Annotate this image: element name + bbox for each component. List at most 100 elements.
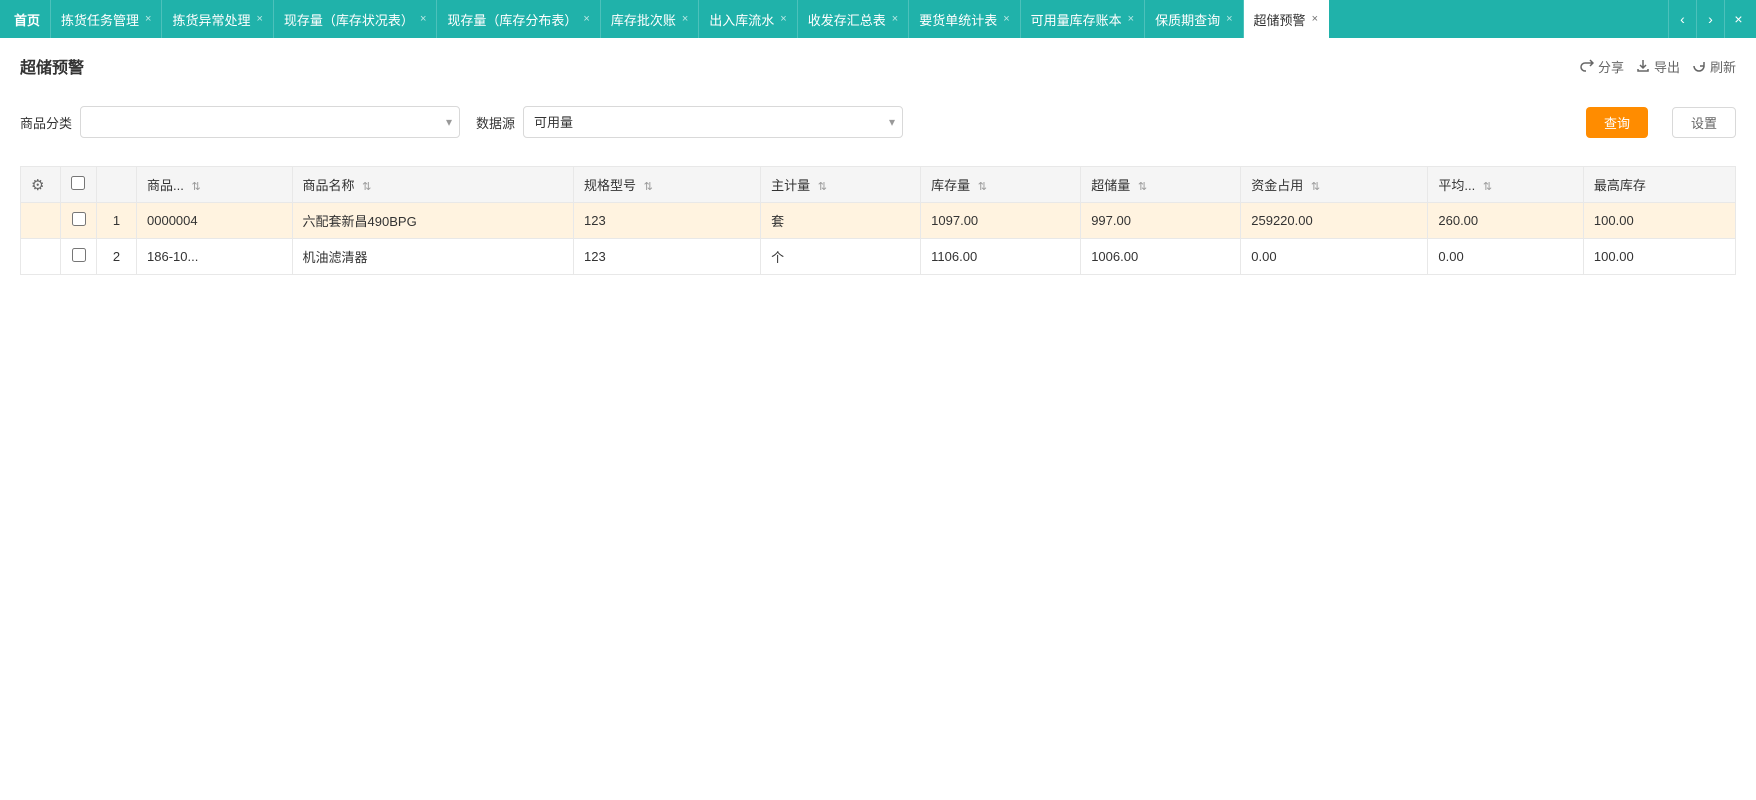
row-gear-cell (21, 203, 61, 239)
sort-icon: ⇅ (362, 180, 371, 193)
row-avg: 260.00 (1428, 203, 1584, 239)
nav-close-button[interactable]: × (1724, 0, 1752, 38)
row-check-cell[interactable] (61, 239, 97, 275)
nav-arrows: ‹ › × (1668, 0, 1752, 38)
row-overstock: 1006.00 (1081, 239, 1241, 275)
row-overstock: 997.00 (1081, 203, 1241, 239)
close-icon[interactable]: × (256, 13, 262, 25)
col-check[interactable] (61, 167, 97, 203)
col-spec[interactable]: 规格型号 ⇅ (573, 167, 760, 203)
page-content: 超储预警 分享 导出 刷新 商品 (0, 38, 1756, 800)
refresh-button[interactable]: 刷新 (1692, 57, 1736, 76)
close-icon[interactable]: × (682, 13, 688, 25)
col-product-name[interactable]: 商品名称 ⇅ (292, 167, 573, 203)
col-rownum (97, 167, 137, 203)
close-icon[interactable]: × (1003, 13, 1009, 25)
data-table: ⚙ 商品... ⇅ 商品名称 ⇅ 规格型号 ⇅ (20, 166, 1736, 275)
close-icon[interactable]: × (780, 13, 786, 25)
category-filter: 商品分类 ▾ (20, 106, 460, 138)
datasource-filter: 数据源 可用量 库存量 ▾ (476, 106, 903, 138)
sort-icon: ⇅ (644, 180, 653, 193)
query-button[interactable]: 查询 (1586, 107, 1648, 138)
row-unit: 套 (761, 203, 921, 239)
close-icon[interactable]: × (1128, 13, 1134, 25)
row-checkbox[interactable] (72, 212, 86, 226)
table-row: 2 186-10... 机油滤清器 123 个 1106.00 1006.00 … (21, 239, 1736, 275)
export-icon (1636, 59, 1650, 73)
col-overstock[interactable]: 超储量 ⇅ (1081, 167, 1241, 203)
row-capital: 0.00 (1241, 239, 1428, 275)
nav-tab-avail-book[interactable]: 可用量库存账本 × (1021, 0, 1145, 38)
table-body: 1 0000004 六配套新昌490BPG 123 套 1097.00 997.… (21, 203, 1736, 275)
nav-tab-collect-summary[interactable]: 收发存汇总表 × (798, 0, 909, 38)
close-icon[interactable]: × (145, 13, 151, 25)
page-header: 超储预警 分享 导出 刷新 (20, 54, 1736, 78)
table-header: ⚙ 商品... ⇅ 商品名称 ⇅ 规格型号 ⇅ (21, 167, 1736, 203)
nav-next-button[interactable]: › (1696, 0, 1724, 38)
datasource-select[interactable]: 可用量 库存量 (523, 106, 903, 138)
table-row: 1 0000004 六配套新昌490BPG 123 套 1097.00 997.… (21, 203, 1736, 239)
row-avg: 0.00 (1428, 239, 1584, 275)
row-product-code: 186-10... (137, 239, 293, 275)
row-max-stock: 100.00 (1583, 203, 1735, 239)
close-icon[interactable]: × (892, 13, 898, 25)
row-spec: 123 (573, 203, 760, 239)
nav-tab-batch-account[interactable]: 库存批次账 × (601, 0, 699, 38)
nav-prev-button[interactable]: ‹ (1668, 0, 1696, 38)
col-stock[interactable]: 库存量 ⇅ (921, 167, 1081, 203)
share-icon (1580, 59, 1594, 73)
close-icon[interactable]: × (1226, 13, 1232, 25)
row-stock: 1106.00 (921, 239, 1081, 275)
share-button[interactable]: 分享 (1580, 57, 1624, 76)
sort-icon: ⇅ (818, 180, 827, 193)
sort-icon: ⇅ (978, 180, 987, 193)
export-button[interactable]: 导出 (1636, 57, 1680, 76)
category-select-wrapper: ▾ (80, 106, 460, 138)
nav-tab-home[interactable]: 首页 (4, 0, 51, 38)
select-all-checkbox[interactable] (71, 176, 85, 190)
category-select[interactable] (80, 106, 460, 138)
close-icon[interactable]: × (583, 13, 589, 25)
sort-icon: ⇅ (1483, 180, 1492, 193)
col-product-code[interactable]: 商品... ⇅ (137, 167, 293, 203)
sort-icon: ⇅ (1138, 180, 1147, 193)
col-capital[interactable]: 资金占用 ⇅ (1241, 167, 1428, 203)
row-num-cell: 1 (97, 203, 137, 239)
sort-icon: ⇅ (1311, 180, 1320, 193)
col-gear[interactable]: ⚙ (21, 167, 61, 203)
nav-tab-flow[interactable]: 出入库流水 × (699, 0, 797, 38)
nav-tab-order-stat[interactable]: 要货单统计表 × (909, 0, 1020, 38)
nav-tab-overstock[interactable]: 超储预警 × (1244, 0, 1329, 38)
nav-tab-stock-dist[interactable]: 现存量（库存分布表） × (437, 0, 600, 38)
nav-tab-pick-exception[interactable]: 拣货异常处理 × (162, 0, 273, 38)
col-avg[interactable]: 平均... ⇅ (1428, 167, 1584, 203)
col-max-stock[interactable]: 最高库存 (1583, 167, 1735, 203)
category-label: 商品分类 (20, 113, 72, 132)
close-icon[interactable]: × (1312, 13, 1318, 25)
datasource-label: 数据源 (476, 113, 515, 132)
filter-row: 商品分类 ▾ 数据源 可用量 库存量 ▾ 查询 设置 (20, 94, 1736, 150)
col-unit[interactable]: 主计量 ⇅ (761, 167, 921, 203)
row-product-name: 机油滤清器 (292, 239, 573, 275)
row-max-stock: 100.00 (1583, 239, 1735, 275)
nav-tab-expiry[interactable]: 保质期查询 × (1145, 0, 1243, 38)
nav-tab-stock-status[interactable]: 现存量（库存状况表） × (274, 0, 437, 38)
row-stock: 1097.00 (921, 203, 1081, 239)
row-product-code: 0000004 (137, 203, 293, 239)
datasource-select-wrapper: 可用量 库存量 ▾ (523, 106, 903, 138)
gear-icon[interactable]: ⚙ (31, 177, 44, 194)
settings-button[interactable]: 设置 (1672, 107, 1736, 138)
row-check-cell[interactable] (61, 203, 97, 239)
row-spec: 123 (573, 239, 760, 275)
row-unit: 个 (761, 239, 921, 275)
page-title: 超储预警 (20, 54, 84, 78)
row-capital: 259220.00 (1241, 203, 1428, 239)
row-product-name: 六配套新昌490BPG (292, 203, 573, 239)
row-num-cell: 2 (97, 239, 137, 275)
row-checkbox[interactable] (72, 248, 86, 262)
close-icon[interactable]: × (420, 13, 426, 25)
top-nav: 首页 拣货任务管理 × 拣货异常处理 × 现存量（库存状况表） × 现存量（库存… (0, 0, 1756, 38)
header-actions: 分享 导出 刷新 (1580, 57, 1736, 76)
sort-icon: ⇅ (191, 180, 200, 193)
nav-tab-pick-task[interactable]: 拣货任务管理 × (51, 0, 162, 38)
